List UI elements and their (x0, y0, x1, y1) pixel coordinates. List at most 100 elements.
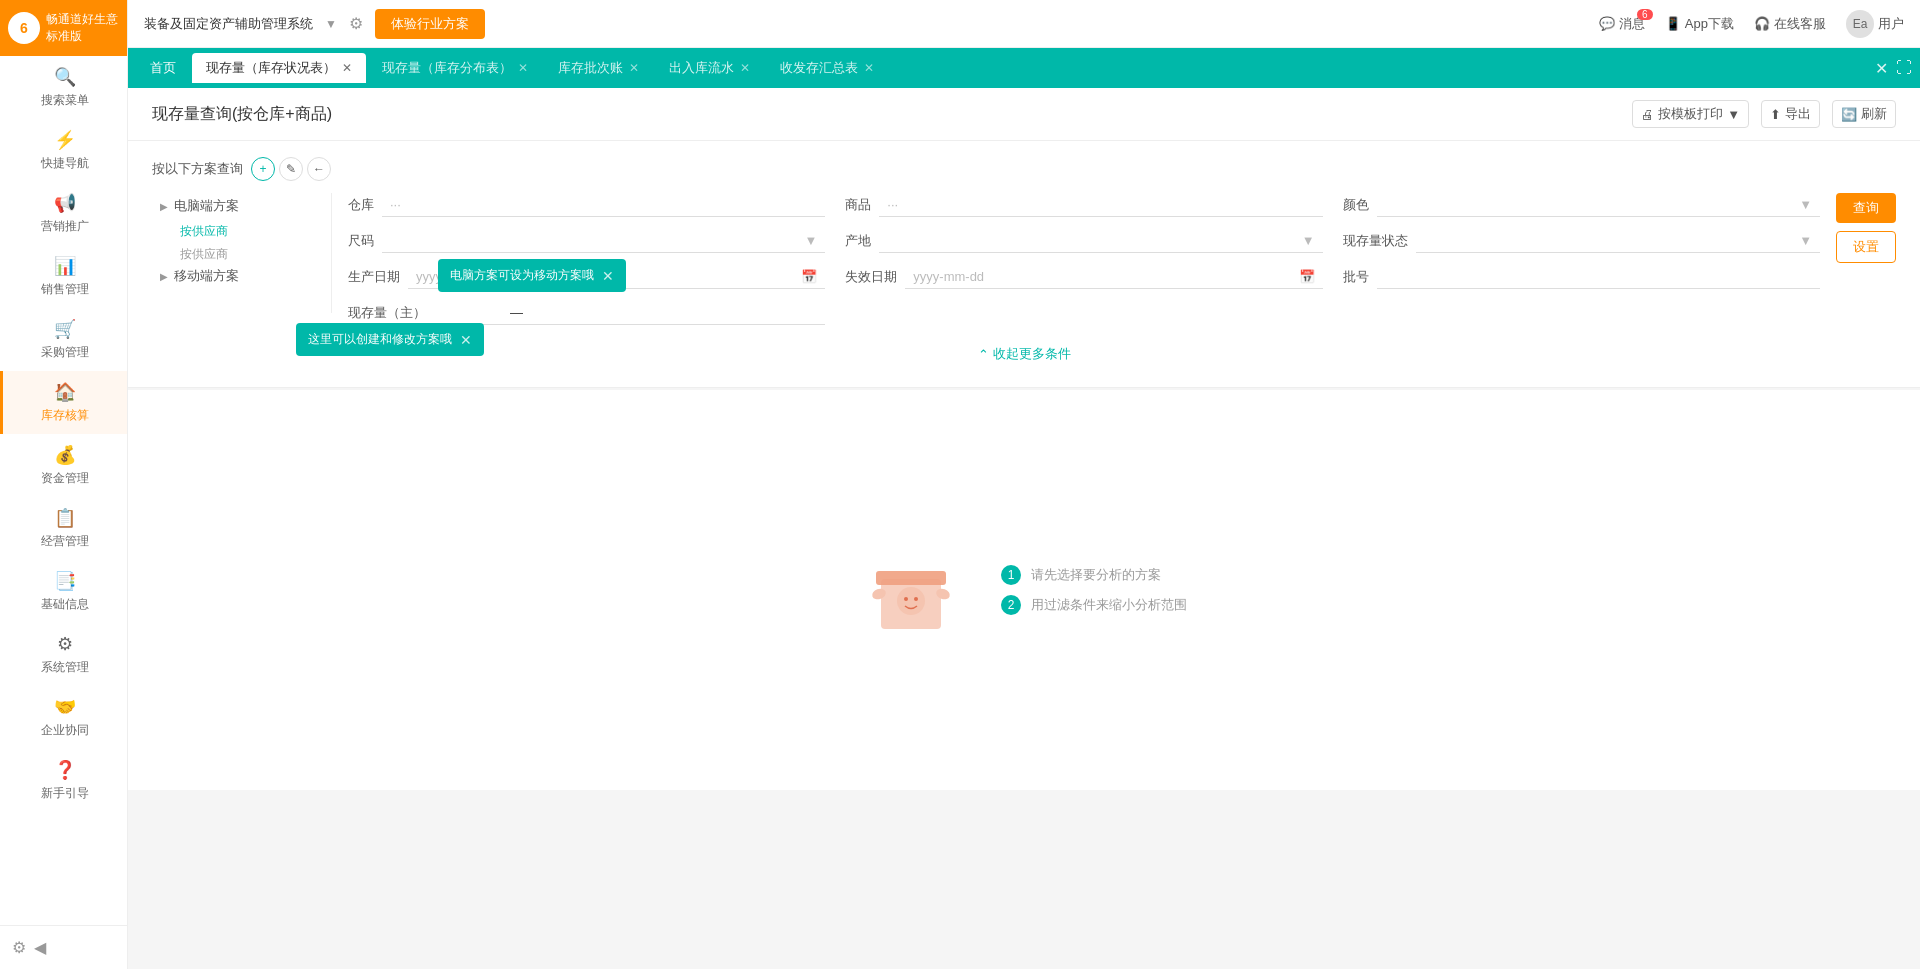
add-scheme-button[interactable]: + (251, 157, 275, 181)
goods-input[interactable]: ··· (879, 193, 1322, 217)
scheme-list: ▶ 电脑端方案 按供应商 按供应商 ▶ 移动端方案 (152, 193, 332, 313)
finance-icon: 💰 (54, 444, 76, 466)
empty-step-2: 2 用过滤条件来缩小分析范围 (1001, 595, 1187, 615)
settings-bottom-icon[interactable]: ⚙ (12, 938, 26, 957)
color-field: 颜色 ▼ (1343, 193, 1820, 217)
sidebar: 6 畅通道好生意 标准版 🔍 搜索菜单 ⚡ 快捷导航 📢 营销推广 📊 销售管理… (0, 0, 128, 969)
produce-date-label: 生产日期 (348, 268, 400, 286)
message-button[interactable]: 💬 消息 6 (1599, 15, 1645, 33)
stock-main-label: 现存量（主） (348, 304, 426, 322)
edit-scheme-button[interactable]: ✎ (279, 157, 303, 181)
scheme-item-mobile[interactable]: ▶ 移动端方案 (152, 263, 323, 289)
print-icon: 🖨 (1641, 107, 1654, 122)
tab-close-batch[interactable]: ✕ (629, 61, 639, 75)
warehouse-input[interactable]: ··· (382, 193, 825, 217)
color-select[interactable]: ▼ (1377, 193, 1820, 217)
refresh-button[interactable]: 🔄 刷新 (1832, 100, 1896, 128)
guide-icon: ❓ (54, 759, 76, 781)
sidebar-item-sales[interactable]: 📊 销售管理 (0, 245, 127, 308)
tab-close-inventory-status[interactable]: ✕ (342, 61, 352, 75)
tab-home[interactable]: 首页 (136, 53, 190, 83)
sidebar-nav: 🔍 搜索菜单 ⚡ 快捷导航 📢 营销推广 📊 销售管理 🛒 采购管理 🏠 库存核… (0, 56, 127, 925)
main-area: 装备及固定资产辅助管理系统 ▼ ⚙ 体验行业方案 💬 消息 6 📱 App下载 … (128, 0, 1920, 969)
message-icon: 💬 (1599, 16, 1615, 31)
tab-inventory-status[interactable]: 现存量（库存状况表） ✕ (192, 53, 366, 83)
size-field: 尺码 ▼ (348, 229, 825, 253)
sidebar-item-operations[interactable]: 📋 经营管理 (0, 497, 127, 560)
export-icon: ⬆ (1770, 107, 1781, 122)
stock-main-field: 现存量（主） — (348, 301, 825, 325)
maximize-button[interactable]: ⛶ (1896, 59, 1912, 78)
tab-close-collect[interactable]: ✕ (864, 61, 874, 75)
goods-field: 商品 ··· (845, 193, 1322, 217)
stock-status-select[interactable]: ▼ (1416, 229, 1820, 253)
sidebar-item-nav[interactable]: ⚡ 快捷导航 (0, 119, 127, 182)
sidebar-item-enterprise[interactable]: 🤝 企业协同 (0, 686, 127, 749)
tab-inventory-dist[interactable]: 现存量（库存分布表） ✕ (368, 53, 542, 83)
print-button[interactable]: 🖨 按模板打印 ▼ (1632, 100, 1749, 128)
refresh-icon: 🔄 (1841, 107, 1857, 122)
empty-steps-list: 1 请先选择要分析的方案 2 用过滤条件来缩小分析范围 (1001, 565, 1187, 615)
close-tab-button[interactable]: ✕ (1875, 59, 1888, 78)
enterprise-icon: 🤝 (54, 696, 76, 718)
sidebar-item-basic[interactable]: 📑 基础信息 (0, 560, 127, 623)
stock-main-input[interactable]: — (434, 301, 825, 325)
settings-button[interactable]: 设置 (1836, 231, 1896, 263)
origin-select[interactable]: ▼ (879, 229, 1322, 253)
produce-date-calendar-icon: 📅 (801, 269, 817, 284)
step-2-number: 2 (1001, 595, 1021, 615)
sidebar-item-marketing[interactable]: 📢 营销推广 (0, 182, 127, 245)
color-arrow-icon: ▼ (1799, 197, 1812, 212)
marketing-icon: 📢 (54, 192, 76, 214)
batch-input[interactable] (1377, 265, 1820, 289)
online-support-button[interactable]: 🎧 在线客服 (1754, 15, 1826, 33)
topbar-settings-icon[interactable]: ⚙ (349, 14, 363, 33)
sidebar-item-search[interactable]: 🔍 搜索菜单 (0, 56, 127, 119)
sidebar-item-inventory[interactable]: 🏠 库存核算 (0, 371, 127, 434)
tab-close-inout[interactable]: ✕ (740, 61, 750, 75)
system-dropdown-arrow[interactable]: ▼ (325, 17, 337, 31)
nav-icon: ⚡ (54, 129, 76, 151)
sidebar-item-guide[interactable]: ❓ 新手引导 (0, 749, 127, 812)
sidebar-bottom: ⚙ ◀ (0, 925, 127, 969)
size-select[interactable]: ▼ (382, 229, 825, 253)
scheme-item-pc[interactable]: ▶ 电脑端方案 (152, 193, 323, 219)
empty-icon-container (861, 539, 961, 642)
batch-field: 批号 (1343, 265, 1820, 289)
app-download-button[interactable]: 📱 App下载 (1665, 15, 1734, 33)
page-title: 现存量查询(按仓库+商品) (152, 104, 332, 125)
system-icon: ⚙ (57, 633, 73, 655)
empty-state-illustration (861, 539, 961, 639)
sidebar-item-purchase[interactable]: 🛒 采购管理 (0, 308, 127, 371)
scheme-item-sub[interactable]: 按供应商 (152, 219, 323, 244)
tooltip-pc-close[interactable]: ✕ (602, 268, 614, 284)
logo-icon: 6 (8, 12, 40, 44)
empty-state: 1 请先选择要分析的方案 2 用过滤条件来缩小分析范围 (861, 539, 1187, 642)
sidebar-item-system[interactable]: ⚙ 系统管理 (0, 623, 127, 686)
search-button[interactable]: 查询 (1836, 193, 1896, 223)
stock-main-to[interactable] (531, 305, 591, 320)
purchase-icon: 🛒 (54, 318, 76, 340)
tab-collect[interactable]: 收发存汇总表 ✕ (766, 53, 888, 83)
topbar: 装备及固定资产辅助管理系统 ▼ ⚙ 体验行业方案 💬 消息 6 📱 App下载 … (128, 0, 1920, 48)
collapse-sidebar-icon[interactable]: ◀ (34, 938, 46, 957)
export-button[interactable]: ⬆ 导出 (1761, 100, 1820, 128)
filter-row-4: 现存量（主） — (348, 301, 1820, 325)
sidebar-item-finance[interactable]: 💰 资金管理 (0, 434, 127, 497)
tab-batch[interactable]: 库存批次账 ✕ (544, 53, 653, 83)
stock-status-label: 现存量状态 (1343, 232, 1408, 250)
stock-main-from[interactable] (442, 305, 502, 320)
user-menu[interactable]: Ea 用户 (1846, 10, 1904, 38)
scheme-subitem-label: 按供应商 (152, 244, 323, 263)
back-scheme-button[interactable]: ← (307, 157, 331, 181)
tab-close-inventory-dist[interactable]: ✕ (518, 61, 528, 75)
expire-date-input[interactable]: yyyy-mm-dd 📅 (905, 265, 1322, 289)
origin-label: 产地 (845, 232, 871, 250)
industry-solution-button[interactable]: 体验行业方案 (375, 9, 485, 39)
tab-inout[interactable]: 出入库流水 ✕ (655, 53, 764, 83)
logo-area: 6 畅通道好生意 标准版 (0, 0, 127, 56)
tooltip-scheme-close[interactable]: ✕ (460, 332, 472, 348)
warehouse-field: 仓库 ··· (348, 193, 825, 217)
user-avatar: Ea (1846, 10, 1874, 38)
phone-icon: 📱 (1665, 16, 1681, 31)
